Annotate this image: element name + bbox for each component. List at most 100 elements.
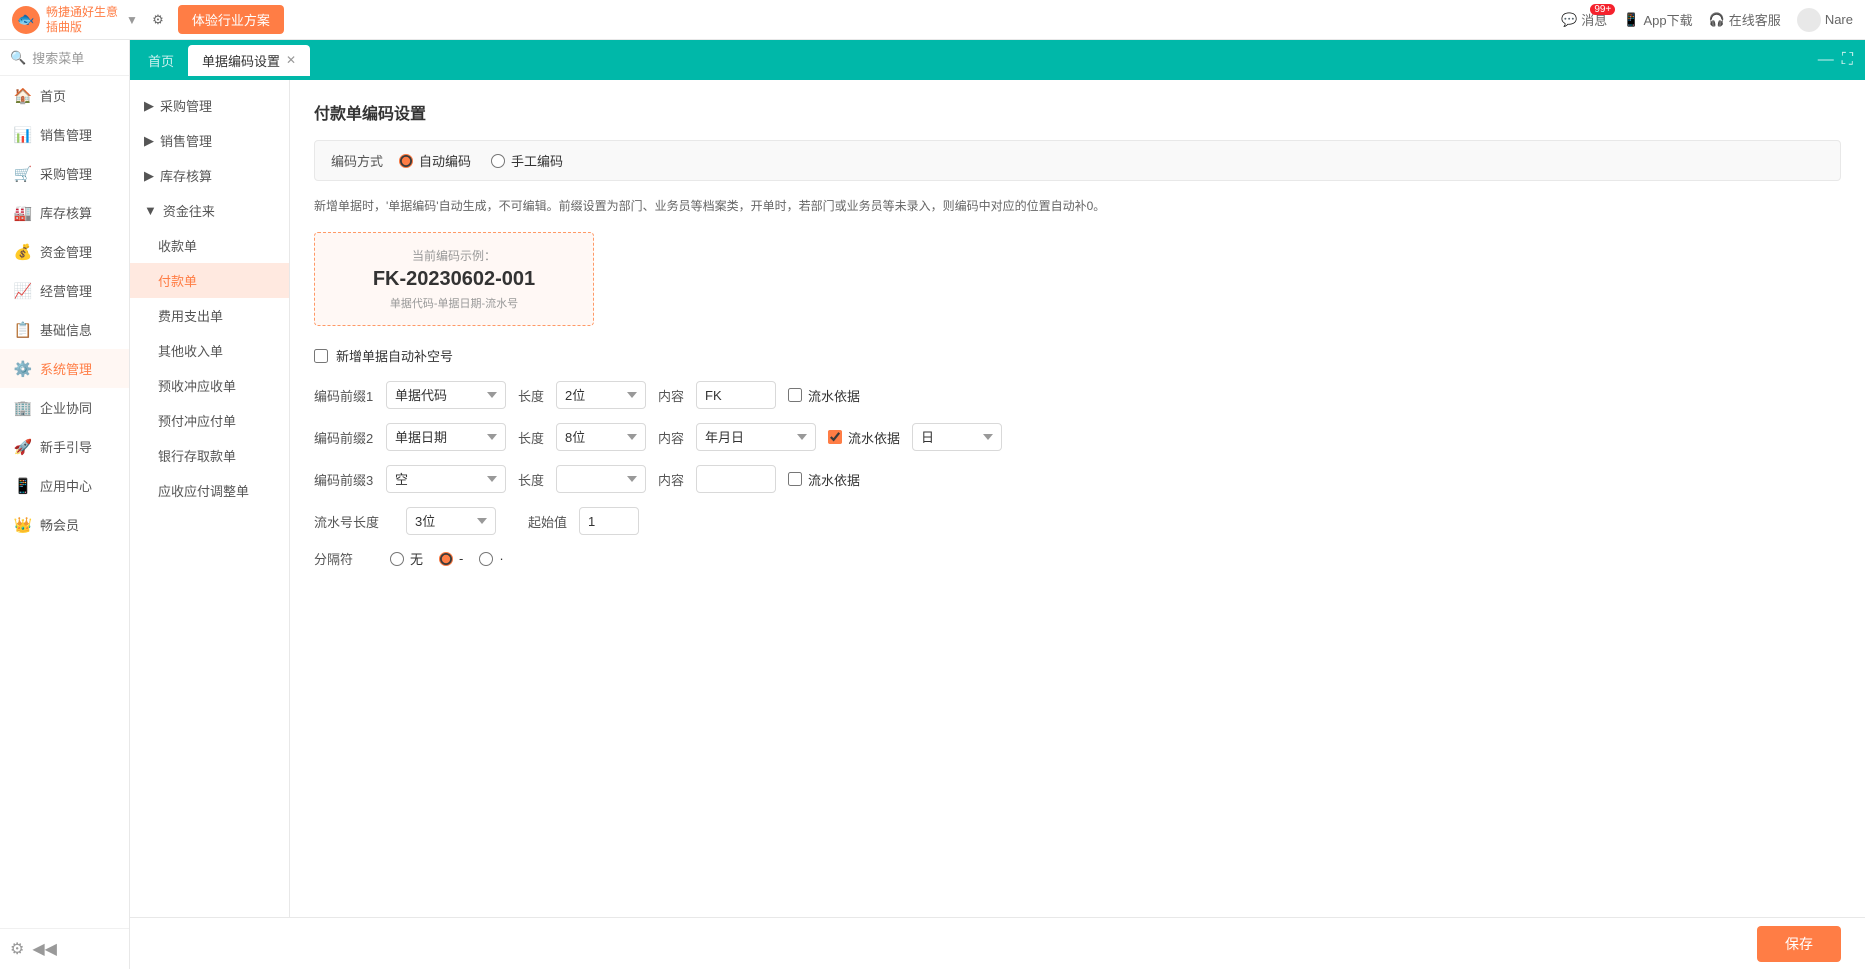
group-capital-title[interactable]: ▼ 资金往来 (130, 193, 289, 228)
content-label3: 内容 (658, 470, 684, 489)
prefix3-length-select[interactable] (556, 465, 646, 493)
sep-dash-radio[interactable] (439, 552, 453, 566)
messages-item[interactable]: 💬 消息 99+ (1561, 10, 1607, 29)
auto-code-radio[interactable] (399, 154, 413, 168)
sidebar-item-label: 企业协同 (40, 398, 92, 417)
inner-sidebar-item-prepay-receive[interactable]: 预收冲应收单 (130, 368, 289, 403)
tab-close-icon[interactable]: ✕ (286, 53, 296, 67)
water-length-select[interactable]: 3位 (406, 507, 496, 535)
group-sales-title[interactable]: ▶ 销售管理 (130, 123, 289, 158)
group-sales: ▶ 销售管理 (130, 123, 289, 158)
settings-bottom-icon[interactable]: ⚙ (10, 939, 24, 959)
prefix2-content-select[interactable]: 年月日 (696, 423, 816, 451)
prefix2-select[interactable]: 单据日期 (386, 423, 506, 451)
sidebar-item-inventory[interactable]: 🏭 库存核算 (0, 193, 129, 232)
brand: 🐟 畅捷通好生意 插曲版 (12, 5, 118, 34)
top-bar: 🐟 畅捷通好生意 插曲版 ▼ ⚙ 体验行业方案 💬 消息 99+ 📱 App下载… (0, 0, 1865, 40)
sidebar-item-sales[interactable]: 📊 销售管理 (0, 115, 129, 154)
online-service-item[interactable]: 🎧 在线客服 (1709, 10, 1781, 29)
sidebar-item-label: 库存核算 (40, 203, 92, 222)
group-inventory-title[interactable]: ▶ 库存核算 (130, 158, 289, 193)
manual-code-radio[interactable] (491, 154, 505, 168)
prefix3-content-input[interactable] (696, 465, 776, 493)
app-download-item[interactable]: 📱 App下载 (1623, 10, 1692, 29)
prefix1-length-select[interactable]: 2位 (556, 381, 646, 409)
start-value-label: 起始值 (528, 512, 567, 531)
water-check3: 流水依据 (788, 470, 860, 489)
top-bar-left: 🐟 畅捷通好生意 插曲版 ▼ ⚙ 体验行业方案 (12, 5, 284, 34)
prefix2-length-select[interactable]: 8位 (556, 423, 646, 451)
sep-none-radio[interactable] (390, 552, 404, 566)
search-menu[interactable]: 🔍 搜索菜单 (0, 40, 129, 76)
sidebar-item-enterprise[interactable]: 🏢 企业协同 (0, 388, 129, 427)
auto-fill-checkbox[interactable] (314, 349, 328, 363)
prefix2-label: 编码前缀2 (314, 428, 374, 447)
group-purchase-title[interactable]: ▶ 采购管理 (130, 88, 289, 123)
chevron-right-icon: ▶ (144, 168, 154, 184)
sidebar-item-finance[interactable]: 💰 资金管理 (0, 232, 129, 271)
sidebar-item-purchase[interactable]: 🛒 采购管理 (0, 154, 129, 193)
messages-badge: 99+ (1590, 4, 1615, 15)
sep-dot-radio[interactable] (479, 552, 493, 566)
maximize-icon[interactable]: ⛶ (1842, 51, 1853, 69)
sidebar-item-home[interactable]: 🏠 首页 (0, 76, 129, 115)
prefix3-select[interactable]: 空 (386, 465, 506, 493)
inner-sidebar-item-payment[interactable]: 付款单 (130, 263, 289, 298)
inner-layout: ▶ 采购管理 ▶ 销售管理 ▶ 库存核算 (130, 80, 1865, 917)
inner-sidebar-item-adjust[interactable]: 应收应付调整单 (130, 473, 289, 508)
sidebar-item-system[interactable]: ⚙️ 系统管理 (0, 349, 129, 388)
sidebar-item-basic[interactable]: 📋 基础信息 (0, 310, 129, 349)
code-preview-box: 当前编码示例： FK-20230602-001 单据代码-单据日期-流水号 (314, 232, 594, 326)
code-preview-desc: 单据代码-单据日期-流水号 (339, 295, 569, 311)
main-layout: 🔍 搜索菜单 🏠 首页 📊 销售管理 🛒 采购管理 🏭 库存核算 💰 (0, 40, 1865, 969)
sidebar-item-newguide[interactable]: 🚀 新手引导 (0, 427, 129, 466)
minimize-icon[interactable]: — (1818, 51, 1834, 69)
user-item[interactable]: Nare (1797, 8, 1853, 32)
sidebar-item-appcenter[interactable]: 📱 应用中心 (0, 466, 129, 505)
inner-sidebar-item-expense[interactable]: 费用支出单 (130, 298, 289, 333)
sep-none-option[interactable]: 无 (390, 549, 423, 568)
water-check2: 流水依据 (828, 428, 900, 447)
prefix1-content-input[interactable] (696, 381, 776, 409)
separator-row: 分隔符 无 - · (314, 549, 1841, 568)
sidebar-item-label: 基础信息 (40, 320, 92, 339)
tab-barcode[interactable]: 单据编码设置 ✕ (188, 45, 310, 76)
inner-sidebar-item-prepay-pay[interactable]: 预付冲应付单 (130, 403, 289, 438)
sep-dash-option[interactable]: - (439, 551, 463, 566)
water-checkbox3[interactable] (788, 472, 802, 486)
service-icon: 🎧 (1709, 12, 1725, 28)
inner-sidebar-item-receipt[interactable]: 收款单 (130, 228, 289, 263)
manual-code-option[interactable]: 手工编码 (491, 151, 563, 170)
appcenter-icon: 📱 (14, 477, 32, 495)
water-label2: 流水依据 (848, 428, 900, 447)
prefix3-label: 编码前缀3 (314, 470, 374, 489)
prefix1-select[interactable]: 单据代码 (386, 381, 506, 409)
save-button[interactable]: 保存 (1757, 926, 1841, 962)
collapse-icon[interactable]: ◀◀ (32, 939, 57, 959)
sidebar-item-member[interactable]: 👑 畅会员 (0, 505, 129, 544)
bottom-bar: 保存 (130, 917, 1865, 969)
sidebar-bottom: ⚙ ◀◀ (0, 928, 129, 969)
auto-code-option[interactable]: 自动编码 (399, 151, 471, 170)
content-area: 首页 单据编码设置 ✕ — ⛶ ▶ 采购管理 (130, 40, 1865, 969)
tab-home[interactable]: 首页 (134, 45, 188, 76)
inner-sidebar-item-other-income[interactable]: 其他收入单 (130, 333, 289, 368)
water-day-select[interactable]: 日 (912, 423, 1002, 451)
settings-icon[interactable]: ⚙ (146, 8, 170, 32)
group-capital: ▼ 资金往来 收款单 付款单 费用支出单 其他收入单 预收冲应收单 预付冲应付单… (130, 193, 289, 508)
water-check1: 流水依据 (788, 386, 860, 405)
sidebar-item-operations[interactable]: 📈 经营管理 (0, 271, 129, 310)
separator-label: 分隔符 (314, 549, 374, 568)
basic-icon: 📋 (14, 321, 32, 339)
water-checkbox2[interactable] (828, 430, 842, 444)
brand-text: 畅捷通好生意 插曲版 (46, 5, 118, 34)
coding-radio-group: 自动编码 手工编码 (399, 151, 563, 170)
nav-arrow[interactable]: ▼ (126, 13, 138, 27)
length-label3: 长度 (518, 470, 544, 489)
water-checkbox1[interactable] (788, 388, 802, 402)
sep-dot-option[interactable]: · (479, 551, 503, 566)
experience-button[interactable]: 体验行业方案 (178, 5, 284, 34)
start-value-input[interactable] (579, 507, 639, 535)
inner-sidebar-item-bank[interactable]: 银行存取款单 (130, 438, 289, 473)
search-icon: 🔍 (10, 50, 26, 66)
